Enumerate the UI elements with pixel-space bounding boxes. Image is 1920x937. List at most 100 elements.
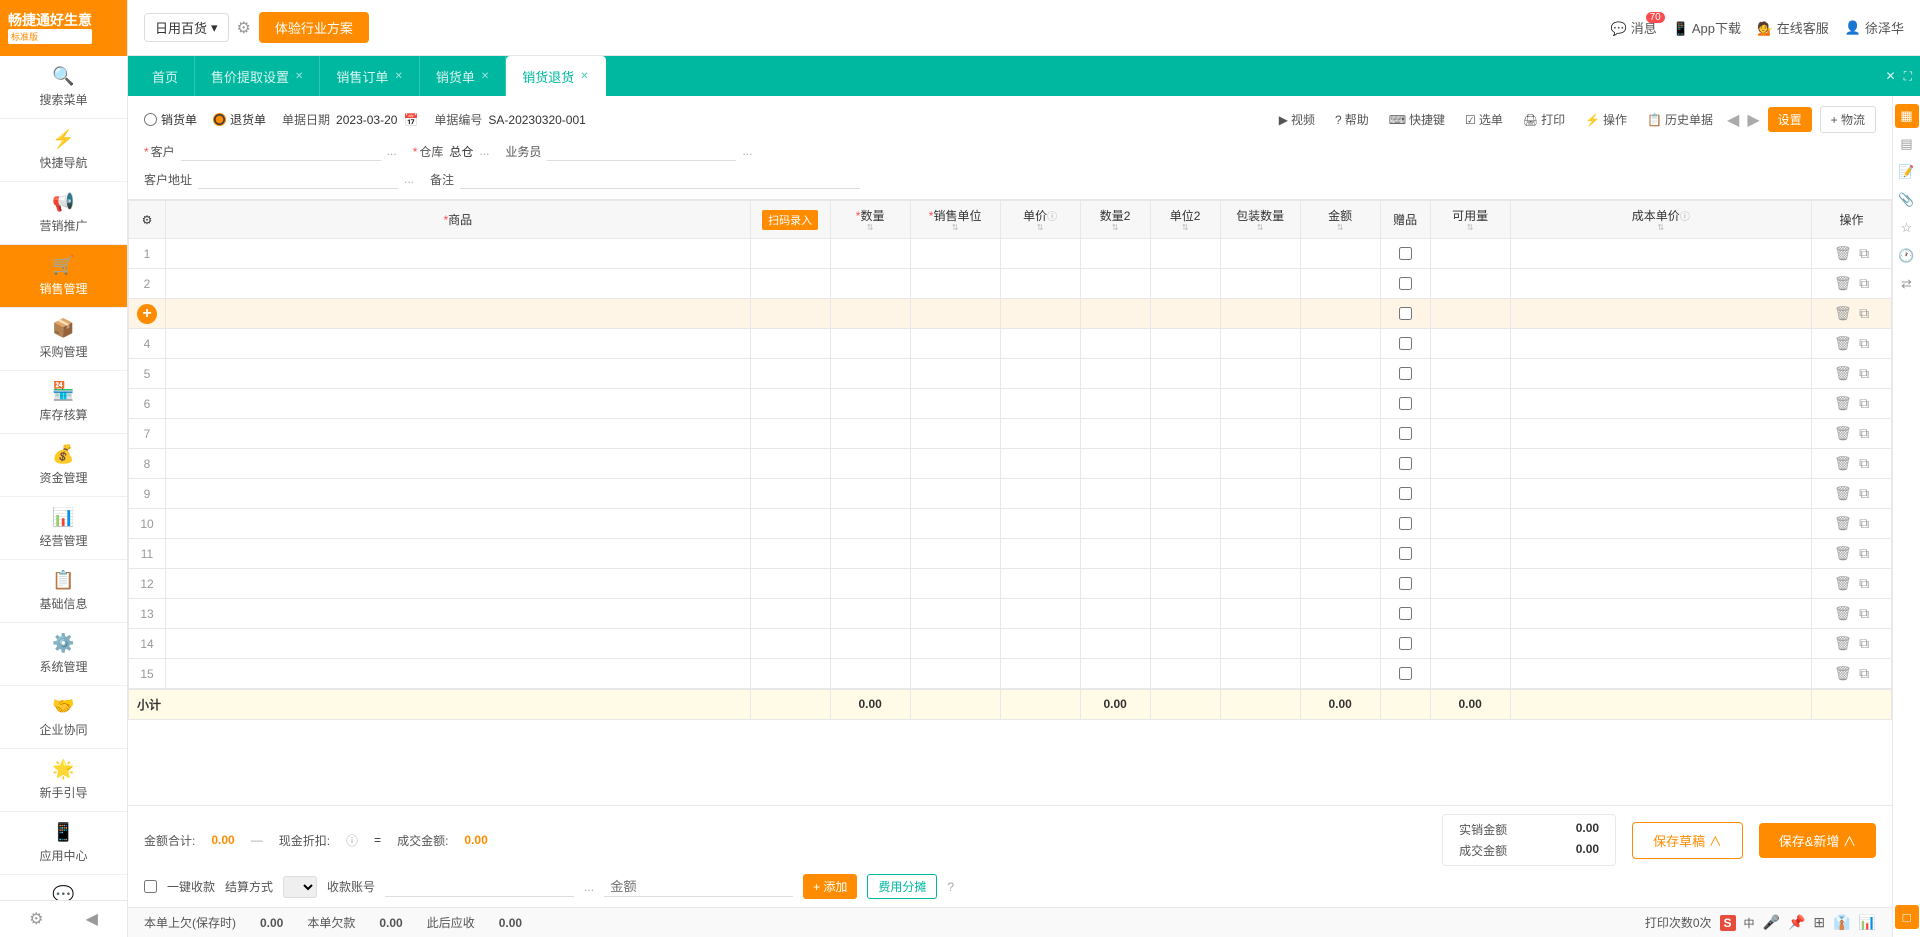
product-cell-11[interactable]	[166, 539, 751, 569]
amount-cell-5[interactable]	[1300, 359, 1380, 389]
packqty-cell-13[interactable]	[1220, 599, 1300, 629]
costprice-cell-5[interactable]	[1510, 359, 1811, 389]
amount-cell-13[interactable]	[1300, 599, 1380, 629]
settings-icon[interactable]: ⚙	[29, 909, 43, 929]
amount-input[interactable]	[604, 877, 793, 897]
gift-cell-15[interactable]	[1380, 659, 1430, 690]
packqty-cell-15[interactable]	[1220, 659, 1300, 690]
unit-cell-5[interactable]	[910, 359, 1000, 389]
amount-cell-9[interactable]	[1300, 479, 1380, 509]
copy-btn-10[interactable]: ⧉	[1857, 513, 1871, 534]
product-input-9[interactable]	[174, 486, 742, 501]
packqty-cell-12[interactable]	[1220, 569, 1300, 599]
packqty-cell-4[interactable]	[1220, 329, 1300, 359]
qty2-cell-9[interactable]	[1080, 479, 1150, 509]
staff-dots[interactable]: ...	[742, 144, 752, 158]
gift-cell-5[interactable]	[1380, 359, 1430, 389]
costprice-cell-15[interactable]	[1510, 659, 1811, 690]
add-payment-btn[interactable]: + 添加	[803, 874, 857, 899]
qty2-sort-icon[interactable]: ⇅	[1089, 224, 1142, 232]
costprice-cell-12[interactable]	[1510, 569, 1811, 599]
gift-checkbox-4[interactable]	[1399, 337, 1412, 350]
price-cell-7[interactable]	[1000, 419, 1080, 449]
delete-btn-10[interactable]: 🗑	[1832, 513, 1854, 534]
packqty-cell-5[interactable]	[1220, 359, 1300, 389]
right-icon-note[interactable]: 📝	[1895, 160, 1919, 184]
product-input-7[interactable]	[174, 426, 742, 441]
product-input-15[interactable]	[174, 666, 742, 681]
account-dots[interactable]: ...	[584, 880, 594, 894]
right-icon-view2[interactable]: ▤	[1895, 132, 1919, 156]
gift-checkbox-15[interactable]	[1399, 667, 1412, 680]
unit-cell-12[interactable]	[910, 569, 1000, 599]
price-cell-6[interactable]	[1000, 389, 1080, 419]
qty2-cell-13[interactable]	[1080, 599, 1150, 629]
qty2-cell-1[interactable]	[1080, 239, 1150, 269]
amount-cell-3[interactable]	[1300, 299, 1380, 329]
sidebar-item-shortcut[interactable]: ⚡ 快捷导航	[0, 119, 127, 182]
copy-btn-13[interactable]: ⧉	[1857, 603, 1871, 624]
radio-sales-input[interactable]	[144, 113, 157, 126]
delete-btn-6[interactable]: 🗑	[1832, 393, 1854, 414]
app-download[interactable]: 📱 App下载	[1673, 18, 1741, 37]
sidebar-item-system[interactable]: ⚙️ 系统管理	[0, 623, 127, 686]
gift-checkbox-6[interactable]	[1399, 397, 1412, 410]
copy-btn-9[interactable]: ⧉	[1857, 483, 1871, 504]
right-icon-action[interactable]: □	[1895, 905, 1919, 929]
user-menu[interactable]: 👤 徐泽华	[1845, 18, 1904, 37]
gift-checkbox-9[interactable]	[1399, 487, 1412, 500]
qty-cell-6[interactable]	[830, 389, 910, 419]
gift-checkbox-5[interactable]	[1399, 367, 1412, 380]
calc-method-select[interactable]	[283, 876, 317, 898]
qty2-cell-3[interactable]	[1080, 299, 1150, 329]
tab-home[interactable]: 首页	[136, 56, 195, 96]
price-cell-11[interactable]	[1000, 539, 1080, 569]
sidebar-item-wechat[interactable]: 💬 企业微信	[0, 875, 127, 900]
price-cell-1[interactable]	[1000, 239, 1080, 269]
gift-checkbox-8[interactable]	[1399, 457, 1412, 470]
tab-close-sales[interactable]: ✕	[481, 71, 489, 82]
delete-btn-7[interactable]: 🗑	[1832, 423, 1854, 444]
sidebar-item-sales[interactable]: 🛒 销售管理	[0, 245, 127, 308]
packqty-cell-11[interactable]	[1220, 539, 1300, 569]
packqty-cell-1[interactable]	[1220, 239, 1300, 269]
qty2-cell-14[interactable]	[1080, 629, 1150, 659]
costprice-cell-11[interactable]	[1510, 539, 1811, 569]
available-cell-13[interactable]	[1430, 599, 1510, 629]
unit-cell-13[interactable]	[910, 599, 1000, 629]
gift-cell-10[interactable]	[1380, 509, 1430, 539]
amount-cell-10[interactable]	[1300, 509, 1380, 539]
gift-cell-9[interactable]	[1380, 479, 1430, 509]
product-cell-2[interactable]	[166, 269, 751, 299]
qty-cell-10[interactable]	[830, 509, 910, 539]
address-dots[interactable]: ...	[404, 172, 414, 186]
gift-cell-7[interactable]	[1380, 419, 1430, 449]
delete-btn-5[interactable]: 🗑	[1832, 363, 1854, 384]
qty2-cell-5[interactable]	[1080, 359, 1150, 389]
unit2-cell-13[interactable]	[1150, 599, 1220, 629]
product-cell-9[interactable]	[166, 479, 751, 509]
copy-btn-5[interactable]: ⧉	[1857, 363, 1871, 384]
price-cell-10[interactable]	[1000, 509, 1080, 539]
product-cell-5[interactable]	[166, 359, 751, 389]
delete-btn-2[interactable]: 🗑	[1832, 273, 1854, 294]
gift-checkbox-13[interactable]	[1399, 607, 1412, 620]
tab-expand-icon[interactable]: ⛶	[1904, 69, 1912, 84]
save-new-btn[interactable]: 保存&新增 ∧	[1759, 823, 1876, 858]
product-input-12[interactable]	[174, 576, 742, 591]
price-cell-2[interactable]	[1000, 269, 1080, 299]
costprice-cell-1[interactable]	[1510, 239, 1811, 269]
unit2-cell-9[interactable]	[1150, 479, 1220, 509]
price-cell-4[interactable]	[1000, 329, 1080, 359]
product-cell-6[interactable]	[166, 389, 751, 419]
packqty-cell-14[interactable]	[1220, 629, 1300, 659]
gift-cell-13[interactable]	[1380, 599, 1430, 629]
copy-btn-4[interactable]: ⧉	[1857, 333, 1871, 354]
qty-cell-4[interactable]	[830, 329, 910, 359]
available-cell-2[interactable]	[1430, 269, 1510, 299]
price-cell-8[interactable]	[1000, 449, 1080, 479]
unit2-cell-6[interactable]	[1150, 389, 1220, 419]
unit-cell-10[interactable]	[910, 509, 1000, 539]
qty-cell-3[interactable]	[830, 299, 910, 329]
copy-btn-6[interactable]: ⧉	[1857, 393, 1871, 414]
